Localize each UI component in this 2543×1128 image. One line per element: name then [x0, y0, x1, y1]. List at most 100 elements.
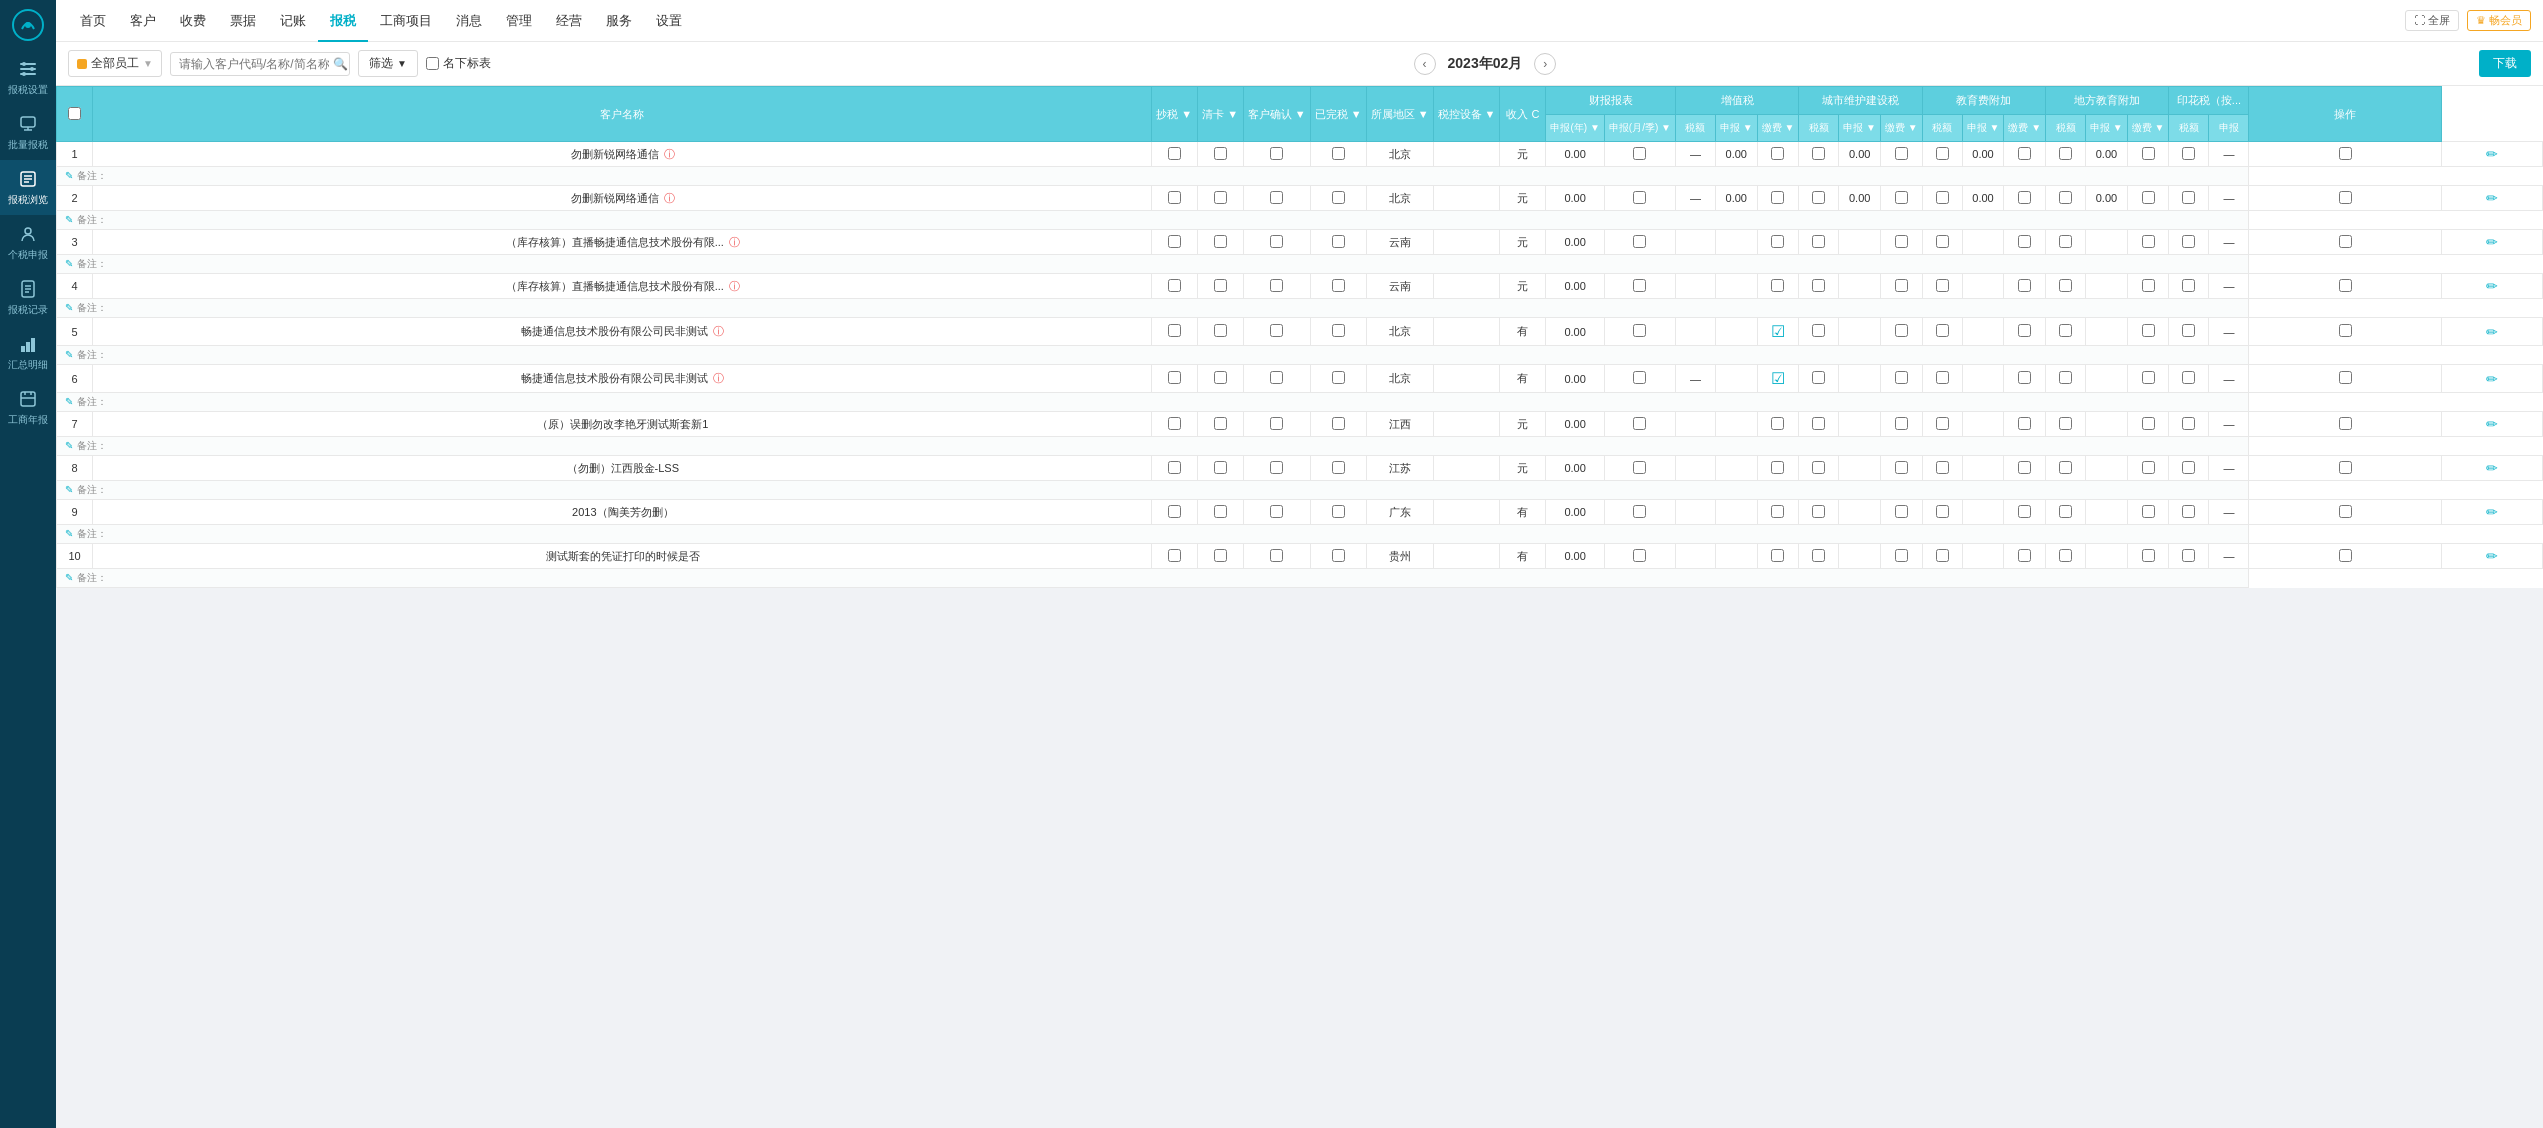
zengzhi-jiaofei-checkbox[interactable]	[1812, 417, 1825, 430]
difang-shenbao-checkbox[interactable]	[2142, 279, 2155, 292]
cell-confirm[interactable]	[1243, 544, 1310, 569]
cell-chengshi-jiaofei[interactable]	[1922, 274, 1962, 299]
cell-difang-jiaofei[interactable]	[2169, 412, 2209, 437]
cell-zengzhi-shenbao[interactable]: ☑	[1757, 318, 1799, 346]
edit-icon[interactable]: ✏	[2486, 190, 2498, 206]
confirm-checkbox[interactable]	[1270, 549, 1283, 562]
cell-chengshi-jiaofei[interactable]	[1922, 365, 1962, 393]
nav-jizhi[interactable]: 记账	[268, 0, 318, 42]
cell-jiaoyu-jiaofei[interactable]	[2046, 456, 2086, 481]
done-checkbox[interactable]	[1332, 147, 1345, 160]
cell-confirm[interactable]	[1243, 456, 1310, 481]
filter-button[interactable]: 筛选 ▼	[358, 50, 418, 77]
cell-operation[interactable]: ✏	[2441, 456, 2542, 481]
edit-icon[interactable]: ✏	[2486, 371, 2498, 387]
cell-caibao-year[interactable]	[1604, 544, 1675, 569]
cell-yinshua-shenbao[interactable]	[2249, 500, 2441, 525]
jiaoyu-jiaofei-checkbox[interactable]	[2059, 549, 2072, 562]
yinshua-shenbao-checkbox[interactable]	[2339, 235, 2352, 248]
cell-yinshua-shenbao[interactable]	[2249, 318, 2441, 346]
cell-operation[interactable]: ✏	[2441, 230, 2542, 255]
difang-jiaofei-checkbox[interactable]	[2182, 461, 2195, 474]
cell-confirm[interactable]	[1243, 142, 1310, 167]
nav-piaoju[interactable]: 票据	[218, 0, 268, 42]
cell-copy-tax[interactable]	[1151, 230, 1197, 255]
search-input[interactable]	[179, 57, 329, 71]
zengzhi-shenbao-checkbox[interactable]	[1771, 549, 1784, 562]
zengzhi-shenbao-checkbox[interactable]	[1771, 279, 1784, 292]
cell-jiaoyu-shenbao[interactable]	[2004, 365, 2046, 393]
chengshi-jiaofei-checkbox[interactable]	[1936, 324, 1949, 337]
download-button[interactable]: 下载	[2479, 50, 2531, 77]
cell-done[interactable]	[1310, 412, 1366, 437]
cell-zengzhi-jiaofei[interactable]	[1799, 500, 1839, 525]
jiaoyu-shenbao-checkbox[interactable]	[2018, 147, 2031, 160]
cell-difang-shenbao[interactable]	[2127, 274, 2169, 299]
jiaoyu-jiaofei-checkbox[interactable]	[2059, 235, 2072, 248]
cell-difang-jiaofei[interactable]	[2169, 142, 2209, 167]
difang-jiaofei-checkbox[interactable]	[2182, 279, 2195, 292]
caibao-year-checkbox[interactable]	[1633, 279, 1646, 292]
caibao-year-checkbox[interactable]	[1633, 191, 1646, 204]
yinshua-shenbao-checkbox[interactable]	[2339, 191, 2352, 204]
zengzhi-shenbao-checkbox[interactable]	[1771, 147, 1784, 160]
difang-shenbao-checkbox[interactable]	[2142, 371, 2155, 384]
cell-operation[interactable]: ✏	[2441, 142, 2542, 167]
caibao-year-checkbox[interactable]	[1633, 505, 1646, 518]
difang-shenbao-checkbox[interactable]	[2142, 461, 2155, 474]
caibao-year-checkbox[interactable]	[1633, 417, 1646, 430]
cell-chengshi-shenbao[interactable]	[1881, 230, 1923, 255]
chengshi-jiaofei-checkbox[interactable]	[1936, 279, 1949, 292]
jiaoyu-jiaofei-checkbox[interactable]	[2059, 371, 2072, 384]
fullscreen-button[interactable]: ⛶ 全屏	[2405, 10, 2459, 31]
zengzhi-shenbao-checkbox[interactable]	[1771, 191, 1784, 204]
zengzhi-jiaofei-checkbox[interactable]	[1812, 235, 1825, 248]
done-checkbox[interactable]	[1332, 549, 1345, 562]
cell-operation[interactable]: ✏	[2441, 544, 2542, 569]
select-all-checkbox[interactable]	[68, 107, 81, 120]
cell-jiaoyu-jiaofei[interactable]	[2046, 186, 2086, 211]
cell-caibao-year[interactable]	[1604, 274, 1675, 299]
difang-shenbao-checkbox[interactable]	[2142, 324, 2155, 337]
cell-difang-shenbao[interactable]	[2127, 318, 2169, 346]
cell-yinshua-shenbao[interactable]	[2249, 456, 2441, 481]
copy-tax-checkbox[interactable]	[1168, 147, 1181, 160]
chengshi-jiaofei-checkbox[interactable]	[1936, 147, 1949, 160]
jiaoyu-jiaofei-checkbox[interactable]	[2059, 191, 2072, 204]
cell-caibao-year[interactable]	[1604, 365, 1675, 393]
jiaoyu-shenbao-checkbox[interactable]	[2018, 191, 2031, 204]
cell-difang-shenbao[interactable]	[2127, 412, 2169, 437]
cell-clear-card[interactable]	[1197, 142, 1243, 167]
copy-tax-checkbox[interactable]	[1168, 235, 1181, 248]
copy-tax-checkbox[interactable]	[1168, 417, 1181, 430]
cell-chengshi-jiaofei[interactable]	[1922, 142, 1962, 167]
edit-icon[interactable]: ✏	[2486, 234, 2498, 250]
cell-chengshi-jiaofei[interactable]	[1922, 318, 1962, 346]
cell-jiaoyu-shenbao[interactable]	[2004, 456, 2046, 481]
jiaoyu-jiaofei-checkbox[interactable]	[2059, 461, 2072, 474]
nav-fuwu[interactable]: 服务	[594, 0, 644, 42]
jiaoyu-shenbao-checkbox[interactable]	[2018, 235, 2031, 248]
cell-jiaoyu-shenbao[interactable]	[2004, 142, 2046, 167]
chengshi-shenbao-checkbox[interactable]	[1895, 371, 1908, 384]
cell-confirm[interactable]	[1243, 318, 1310, 346]
cell-caibao-year[interactable]	[1604, 230, 1675, 255]
confirm-checkbox[interactable]	[1270, 324, 1283, 337]
cell-zengzhi-jiaofei[interactable]	[1799, 318, 1839, 346]
cell-zengzhi-shenbao[interactable]	[1757, 456, 1799, 481]
cell-operation[interactable]: ✏	[2441, 186, 2542, 211]
cell-zengzhi-jiaofei[interactable]	[1799, 186, 1839, 211]
cell-operation[interactable]: ✏	[2441, 365, 2542, 393]
mingxia-checkbox-label[interactable]: 名下标表	[426, 55, 491, 72]
nav-jingying[interactable]: 经营	[544, 0, 594, 42]
difang-jiaofei-checkbox[interactable]	[2182, 191, 2195, 204]
clear-card-checkbox[interactable]	[1214, 505, 1227, 518]
nav-shoufei[interactable]: 收费	[168, 0, 218, 42]
cell-zengzhi-shenbao[interactable]: ☑	[1757, 365, 1799, 393]
cell-copy-tax[interactable]	[1151, 456, 1197, 481]
difang-jiaofei-checkbox[interactable]	[2182, 417, 2195, 430]
sidebar-item-baoshuiliebiao[interactable]: 报税浏览	[0, 160, 56, 215]
sidebar-item-baoshujilu[interactable]: 报税记录	[0, 270, 56, 325]
cell-yinshua-shenbao[interactable]	[2249, 365, 2441, 393]
copy-tax-checkbox[interactable]	[1168, 191, 1181, 204]
